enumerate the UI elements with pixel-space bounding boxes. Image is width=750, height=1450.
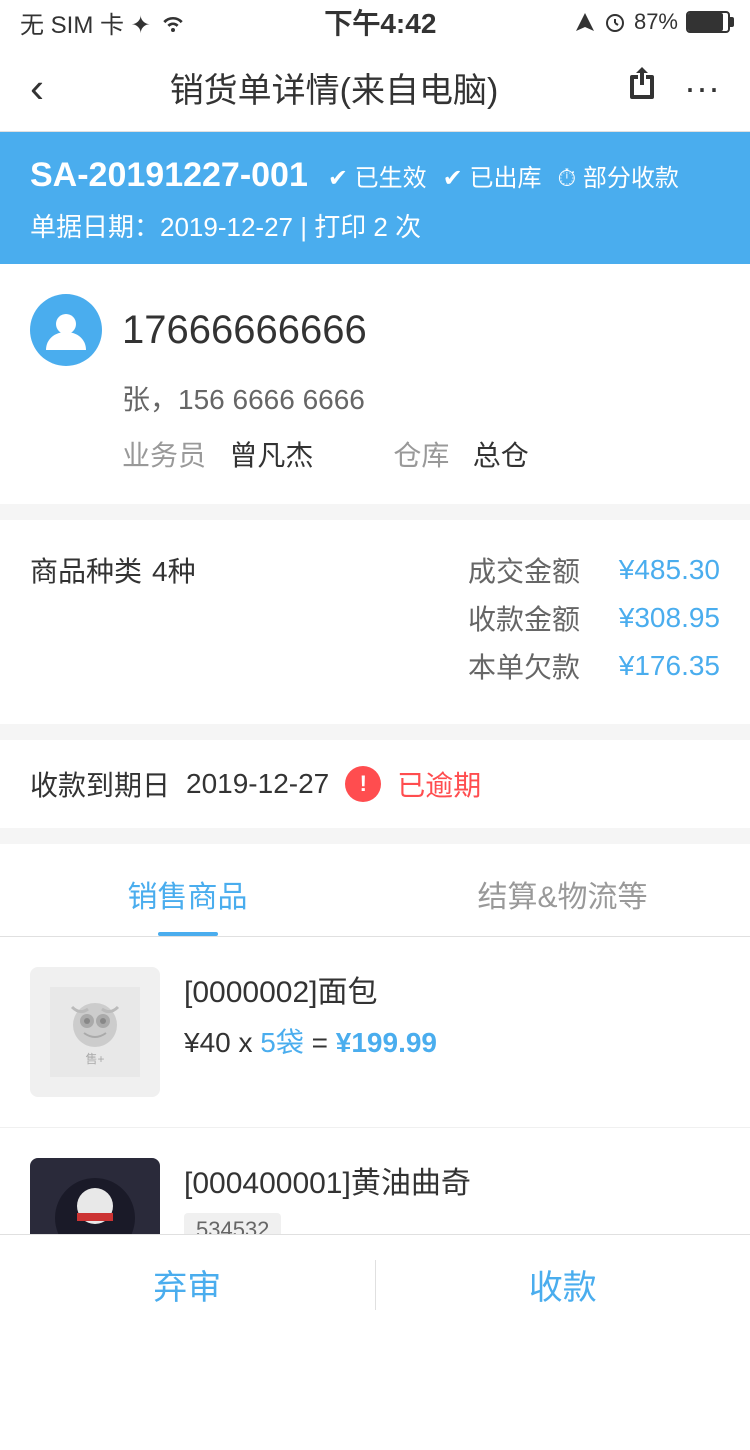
product-thumbnail-1: 售+ — [50, 987, 140, 1077]
type-count: 4种 — [152, 550, 196, 590]
status-left: 无 SIM 卡 ✦ — [20, 5, 187, 40]
warehouse-label: 仓库 — [393, 440, 449, 471]
header-banner: SA-20191227-001 ✔ 已生效 ✔ 已出库 ⏱ 部分收款 单据日期：… — [0, 132, 750, 264]
customer-name-phone: 张，156 6666 6666 — [122, 378, 720, 418]
customer-meta: 业务员 曾凡杰 仓库 总仓 — [122, 434, 720, 474]
price-base-1: ¥40 x — [184, 1027, 260, 1058]
debt-item: 本单欠款 ¥176.35 — [468, 646, 720, 686]
warehouse-name: 总仓 — [473, 440, 529, 471]
avatar — [30, 294, 102, 366]
type-label: 商品种类 — [30, 550, 142, 590]
status-time: 下午4:42 — [324, 2, 436, 42]
summary-right: 成交金额 ¥485.30 收款金额 ¥308.95 本单欠款 ¥176.35 — [468, 550, 720, 694]
signal-text: 无 SIM 卡 ✦ — [20, 5, 151, 40]
badge-shipped: ✔ 已出库 — [443, 158, 542, 193]
collected-value: ¥308.95 — [600, 602, 720, 634]
badge-partial: ⏱ 部分收款 — [557, 158, 678, 193]
status-right: 87% — [574, 9, 730, 35]
sales-name: 曾凡杰 — [229, 440, 313, 471]
collected-item: 收款金额 ¥308.95 — [468, 598, 720, 638]
product-name-1: [0000002]面包 — [184, 967, 720, 1011]
product-price-1: ¥40 x 5袋 = ¥199.99 — [184, 1021, 720, 1061]
amount-value: ¥485.30 — [600, 554, 720, 586]
battery-text: 87% — [634, 9, 678, 35]
overdue-text: 已逾期 — [397, 764, 481, 804]
customer-top: 17666666666 — [30, 294, 720, 366]
price-eq-1: = — [304, 1027, 336, 1058]
product-info-1: [0000002]面包 ¥40 x 5袋 = ¥199.99 — [184, 967, 720, 1061]
summary-left: 商品种类 4种 — [30, 550, 196, 590]
due-label: 收款到期日 — [30, 764, 170, 804]
price-qty-1: 5袋 — [260, 1027, 304, 1058]
share-button[interactable] — [624, 65, 660, 110]
wifi-icon — [159, 12, 187, 32]
sales-label: 业务员 — [122, 440, 206, 471]
due-section: 收款到期日 2019-12-27 ! 已逾期 — [0, 740, 750, 828]
svg-text:售+: 售+ — [85, 1051, 104, 1066]
overdue-icon: ! — [345, 766, 381, 802]
divider-3 — [0, 828, 750, 844]
more-button[interactable]: ··· — [684, 67, 720, 109]
divider-2 — [0, 724, 750, 740]
nav-actions: ··· — [624, 65, 720, 110]
abandon-review-button[interactable]: 弃审 — [0, 1240, 375, 1329]
tab-sales-products[interactable]: 销售商品 — [0, 844, 375, 936]
summary-row: 商品种类 4种 成交金额 ¥485.30 收款金额 ¥308.95 本单欠款 ¥… — [30, 550, 720, 694]
warehouse-info: 仓库 总仓 — [393, 434, 528, 474]
debt-value: ¥176.35 — [600, 650, 720, 682]
collected-label: 收款金额 — [468, 598, 580, 638]
product-name-2: [000400001]黄油曲奇 — [184, 1158, 720, 1202]
customer-phone: 17666666666 — [122, 308, 367, 353]
sales-info: 业务员 曾凡杰 — [122, 434, 313, 474]
amount-label: 成交金额 — [468, 550, 580, 590]
status-bar: 无 SIM 卡 ✦ 下午4:42 87% — [0, 0, 750, 44]
price-total-1: ¥199.99 — [336, 1027, 437, 1058]
tab-settlement[interactable]: 结算&物流等 — [375, 844, 750, 936]
battery-icon — [686, 11, 730, 33]
tabs: 销售商品 结算&物流等 — [0, 844, 750, 937]
user-icon — [44, 308, 88, 352]
product-image-1: 售+ — [30, 967, 160, 1097]
nav-bar: ‹ 销货单详情(来自电脑) ··· — [0, 44, 750, 132]
list-item: 售+ [0000002]面包 ¥40 x 5袋 = ¥199.99 — [0, 937, 750, 1128]
product-list: 售+ [0000002]面包 ¥40 x 5袋 = ¥199.99 brande… — [0, 937, 750, 1450]
due-date: 2019-12-27 — [186, 768, 329, 800]
header-top: SA-20191227-001 ✔ 已生效 ✔ 已出库 ⏱ 部分收款 — [30, 156, 720, 195]
summary-section: 商品种类 4种 成交金额 ¥485.30 收款金额 ¥308.95 本单欠款 ¥… — [0, 520, 750, 724]
bottom-spacer — [0, 1330, 750, 1450]
page-title: 销货单详情(来自电脑) — [170, 63, 499, 112]
divider-1 — [0, 504, 750, 520]
collect-payment-button[interactable]: 收款 — [376, 1240, 750, 1329]
order-id: SA-20191227-001 — [30, 156, 308, 195]
alarm-icon — [604, 11, 626, 33]
bottom-bar: 弃审 收款 — [0, 1234, 750, 1334]
amount-item: 成交金额 ¥485.30 — [468, 550, 720, 590]
customer-section: 17666666666 张，156 6666 6666 业务员 曾凡杰 仓库 总… — [0, 264, 750, 504]
status-badges: ✔ 已生效 ✔ 已出库 ⏱ 部分收款 — [328, 158, 679, 193]
debt-label: 本单欠款 — [468, 646, 580, 686]
location-icon — [574, 11, 596, 33]
badge-activated: ✔ 已生效 — [328, 158, 427, 193]
order-date-print: 单据日期：2019-12-27 | 打印 2 次 — [30, 207, 720, 244]
back-button[interactable]: ‹ — [30, 64, 44, 112]
